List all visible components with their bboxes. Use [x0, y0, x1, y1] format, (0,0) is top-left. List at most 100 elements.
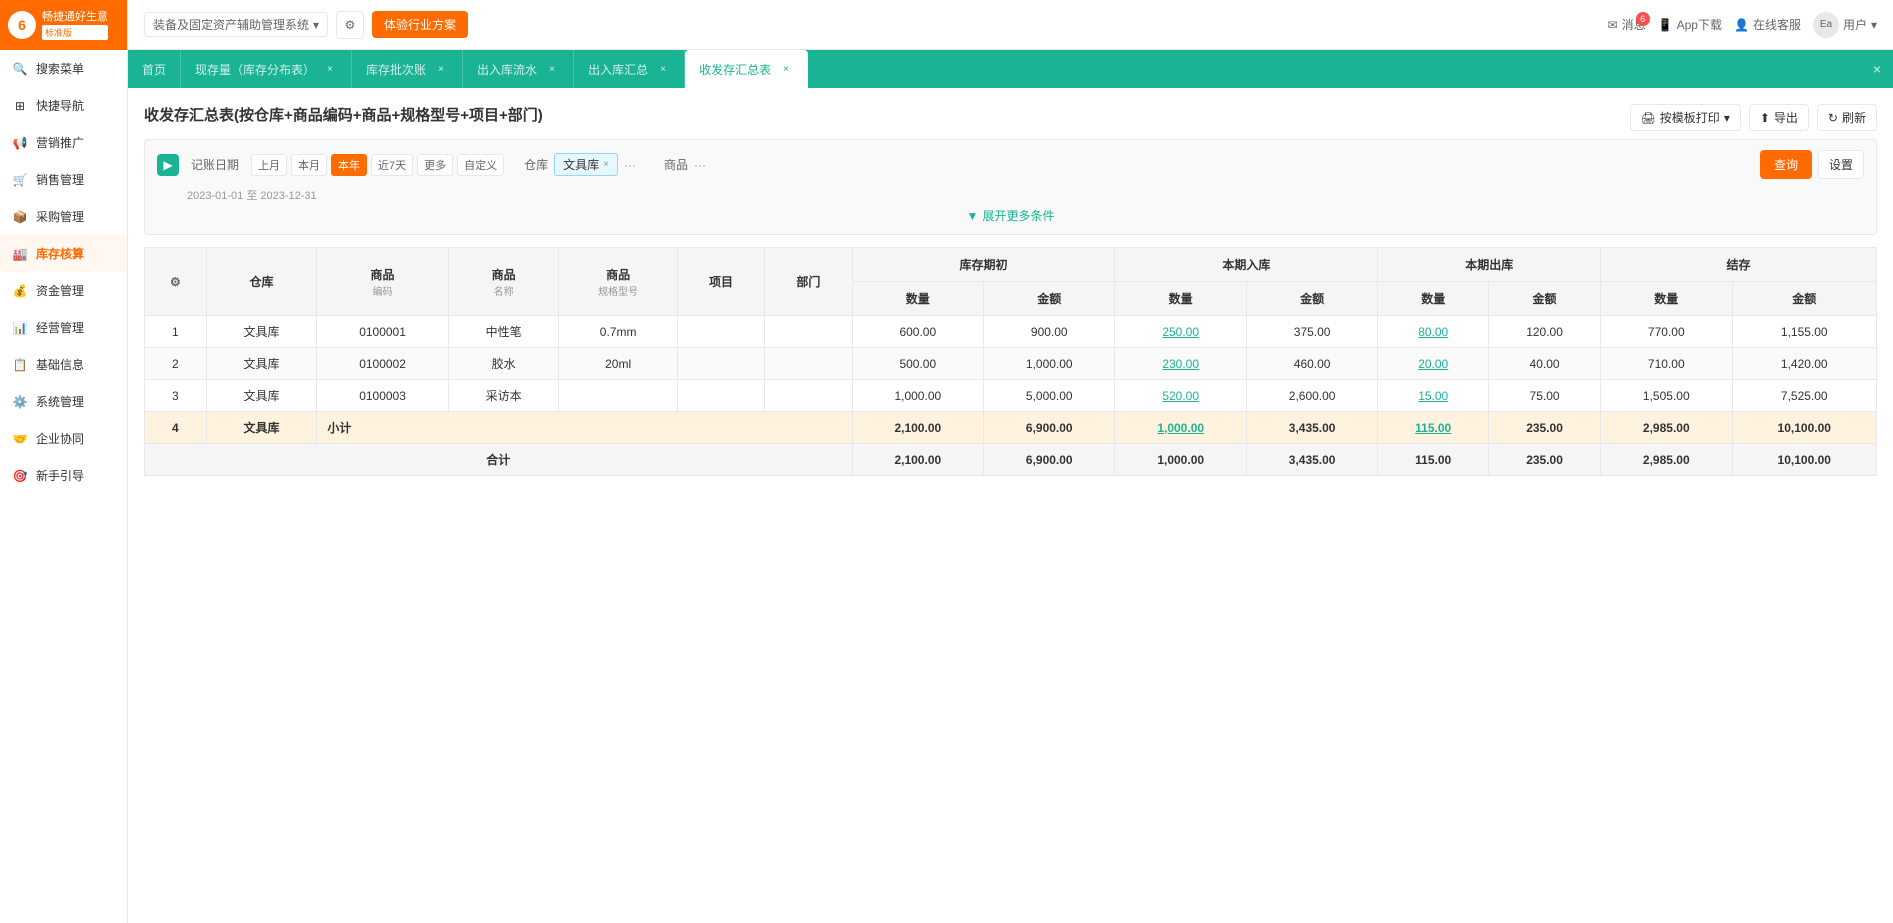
total-opening-amt: 6,900.00 [984, 444, 1115, 476]
goods-more-button[interactable]: ··· [694, 158, 706, 172]
sidebar-item-quick[interactable]: ⊞ 快捷导航 [0, 87, 127, 124]
row-out-qty[interactable]: 80.00 [1378, 316, 1489, 348]
tab-inventory-dist-close[interactable]: × [323, 62, 337, 76]
sales-icon: 🛒 [12, 172, 28, 188]
row-goods-spec: 20ml [559, 348, 677, 380]
avatar: Ea [1813, 12, 1839, 38]
tab-batch-close[interactable]: × [434, 62, 448, 76]
tab-inventory-dist[interactable]: 现存量（库存分布表） × [181, 50, 352, 88]
tab-inout-flow-close[interactable]: × [545, 62, 559, 76]
sidebar-item-inventory[interactable]: 🏭 库存核算 [0, 235, 127, 272]
mobile-icon: 📱 [1658, 18, 1673, 32]
subtotal-label: 小计 [317, 412, 852, 444]
row-in-qty[interactable]: 520.00 [1115, 380, 1246, 412]
row-in-qty[interactable]: 250.00 [1115, 316, 1246, 348]
tab-recv-send[interactable]: 收发存汇总表 × [685, 50, 808, 88]
sidebar-item-finance[interactable]: 💰 资金管理 [0, 272, 127, 309]
sidebar-item-purchase[interactable]: 📦 采购管理 [0, 198, 127, 235]
sidebar-item-enterprise[interactable]: 🤝 企业协同 [0, 420, 127, 457]
sidebar-item-operations[interactable]: 📊 经营管理 [0, 309, 127, 346]
sidebar-item-guide[interactable]: 🎯 新手引导 [0, 457, 127, 494]
tab-inventory-dist-label: 现存量（库存分布表） [195, 61, 315, 78]
sidebar-item-search[interactable]: 🔍 搜索菜单 [0, 50, 127, 87]
total-closing-qty: 2,985.00 [1601, 444, 1732, 476]
col-opening-header: 库存期初 [852, 248, 1115, 282]
filter-settings-button[interactable]: 设置 [1818, 150, 1864, 179]
topbar-settings-button[interactable]: ⚙ [336, 11, 364, 39]
tab-batch-label: 库存批次账 [366, 61, 426, 78]
row-in-amt: 2,600.00 [1246, 380, 1377, 412]
date-btn-this-month[interactable]: 本月 [291, 154, 327, 176]
date-btn-last-month[interactable]: 上月 [251, 154, 287, 176]
col-project-header: 项目 [677, 248, 764, 316]
print-button[interactable]: 🖨 按模板打印 ▾ [1630, 104, 1741, 131]
user-menu-button[interactable]: Ea 用户 ▾ [1813, 12, 1877, 38]
filter-toggle-button[interactable]: ▶ [157, 154, 179, 176]
table-row: 3 文具库 0100003 采访本 1,000.00 5,000.00 520.… [145, 380, 1877, 412]
marketing-icon: 📢 [12, 135, 28, 151]
tab-recv-send-close[interactable]: × [779, 62, 793, 76]
query-button[interactable]: 查询 [1760, 150, 1812, 179]
date-range-text: 2023-01-01 至 2023-12-31 [187, 190, 317, 202]
user-dropdown-icon: ▾ [1871, 18, 1877, 32]
online-service-button[interactable]: 👤 在线客服 [1734, 16, 1801, 33]
row-department [765, 348, 852, 380]
expand-label: 展开更多条件 [982, 207, 1054, 224]
warehouse-tag-remove[interactable]: × [603, 159, 609, 170]
tab-bar: 首页 现存量（库存分布表） × 库存批次账 × 出入库流水 × 出入库汇总 × … [128, 50, 1893, 88]
logo-text: 畅捷通好生意 [42, 10, 108, 24]
system-title-dropdown[interactable]: 装备及固定资产辅助管理系统 ▾ [144, 12, 328, 37]
row-out-qty[interactable]: 15.00 [1378, 380, 1489, 412]
subtotal-opening-amt: 6,900.00 [984, 412, 1115, 444]
date-btn-custom[interactable]: 自定义 [457, 154, 504, 176]
table-settings-icon[interactable]: ⚙ [170, 275, 181, 289]
date-btn-this-year[interactable]: 本年 [331, 154, 367, 176]
col-out-header: 本期出库 [1378, 248, 1601, 282]
col-settings-header[interactable]: ⚙ [145, 248, 207, 316]
expand-more-button[interactable]: ▼ 展开更多条件 [157, 207, 1864, 224]
col-closing-qty-header: 数量 [1601, 282, 1732, 316]
tab-inout-summary-close[interactable]: × [656, 62, 670, 76]
trial-button[interactable]: 体验行业方案 [372, 11, 468, 38]
warehouse-more-button[interactable]: ··· [624, 158, 636, 172]
row-goods-spec [559, 380, 677, 412]
col-closing-header: 结存 [1601, 248, 1877, 282]
subtotal-in-qty[interactable]: 1,000.00 [1115, 412, 1246, 444]
tab-inout-flow[interactable]: 出入库流水 × [463, 50, 574, 88]
row-project [677, 380, 764, 412]
app-download-button[interactable]: 📱 App下载 [1658, 16, 1722, 33]
tab-home[interactable]: 首页 [128, 50, 181, 88]
date-btn-7days[interactable]: 近7天 [371, 154, 413, 176]
row-goods-code: 0100002 [317, 348, 448, 380]
enterprise-icon: 🤝 [12, 431, 28, 447]
row-goods-name: 中性笔 [448, 316, 559, 348]
print-icon: 🖨 [1641, 111, 1656, 125]
row-out-qty[interactable]: 20.00 [1378, 348, 1489, 380]
table-row: 1 文具库 0100001 中性笔 0.7mm 600.00 900.00 25… [145, 316, 1877, 348]
subtotal-out-qty[interactable]: 115.00 [1378, 412, 1489, 444]
total-out-amt: 235.00 [1489, 444, 1601, 476]
refresh-button[interactable]: ↻ 刷新 [1817, 104, 1877, 131]
refresh-icon: ↻ [1828, 111, 1838, 125]
purchase-icon: 📦 [12, 209, 28, 225]
tab-inout-summary[interactable]: 出入库汇总 × [574, 50, 685, 88]
sidebar-item-sales[interactable]: 🛒 销售管理 [0, 161, 127, 198]
sidebar-item-marketing[interactable]: 📢 营销推广 [0, 124, 127, 161]
col-goods-name-header: 商品名称 [448, 248, 559, 316]
row-out-amt: 40.00 [1489, 348, 1601, 380]
col-out-amt-header: 金额 [1489, 282, 1601, 316]
service-icon: 👤 [1734, 18, 1749, 32]
message-button[interactable]: ✉ 消息 6 [1608, 16, 1646, 33]
row-seq: 3 [145, 380, 207, 412]
dropdown-arrow-icon: ▾ [313, 18, 319, 32]
close-all-tabs-button[interactable]: × [1861, 61, 1893, 77]
col-in-qty-header: 数量 [1115, 282, 1246, 316]
row-in-qty[interactable]: 230.00 [1115, 348, 1246, 380]
row-opening-qty: 1,000.00 [852, 380, 983, 412]
date-btn-more[interactable]: 更多 [417, 154, 453, 176]
sidebar-item-basic[interactable]: 📋 基础信息 [0, 346, 127, 383]
tab-batch[interactable]: 库存批次账 × [352, 50, 463, 88]
sidebar-item-system[interactable]: ⚙️ 系统管理 [0, 383, 127, 420]
export-button[interactable]: ⬆ 导出 [1749, 104, 1809, 131]
row-warehouse: 文具库 [206, 380, 317, 412]
